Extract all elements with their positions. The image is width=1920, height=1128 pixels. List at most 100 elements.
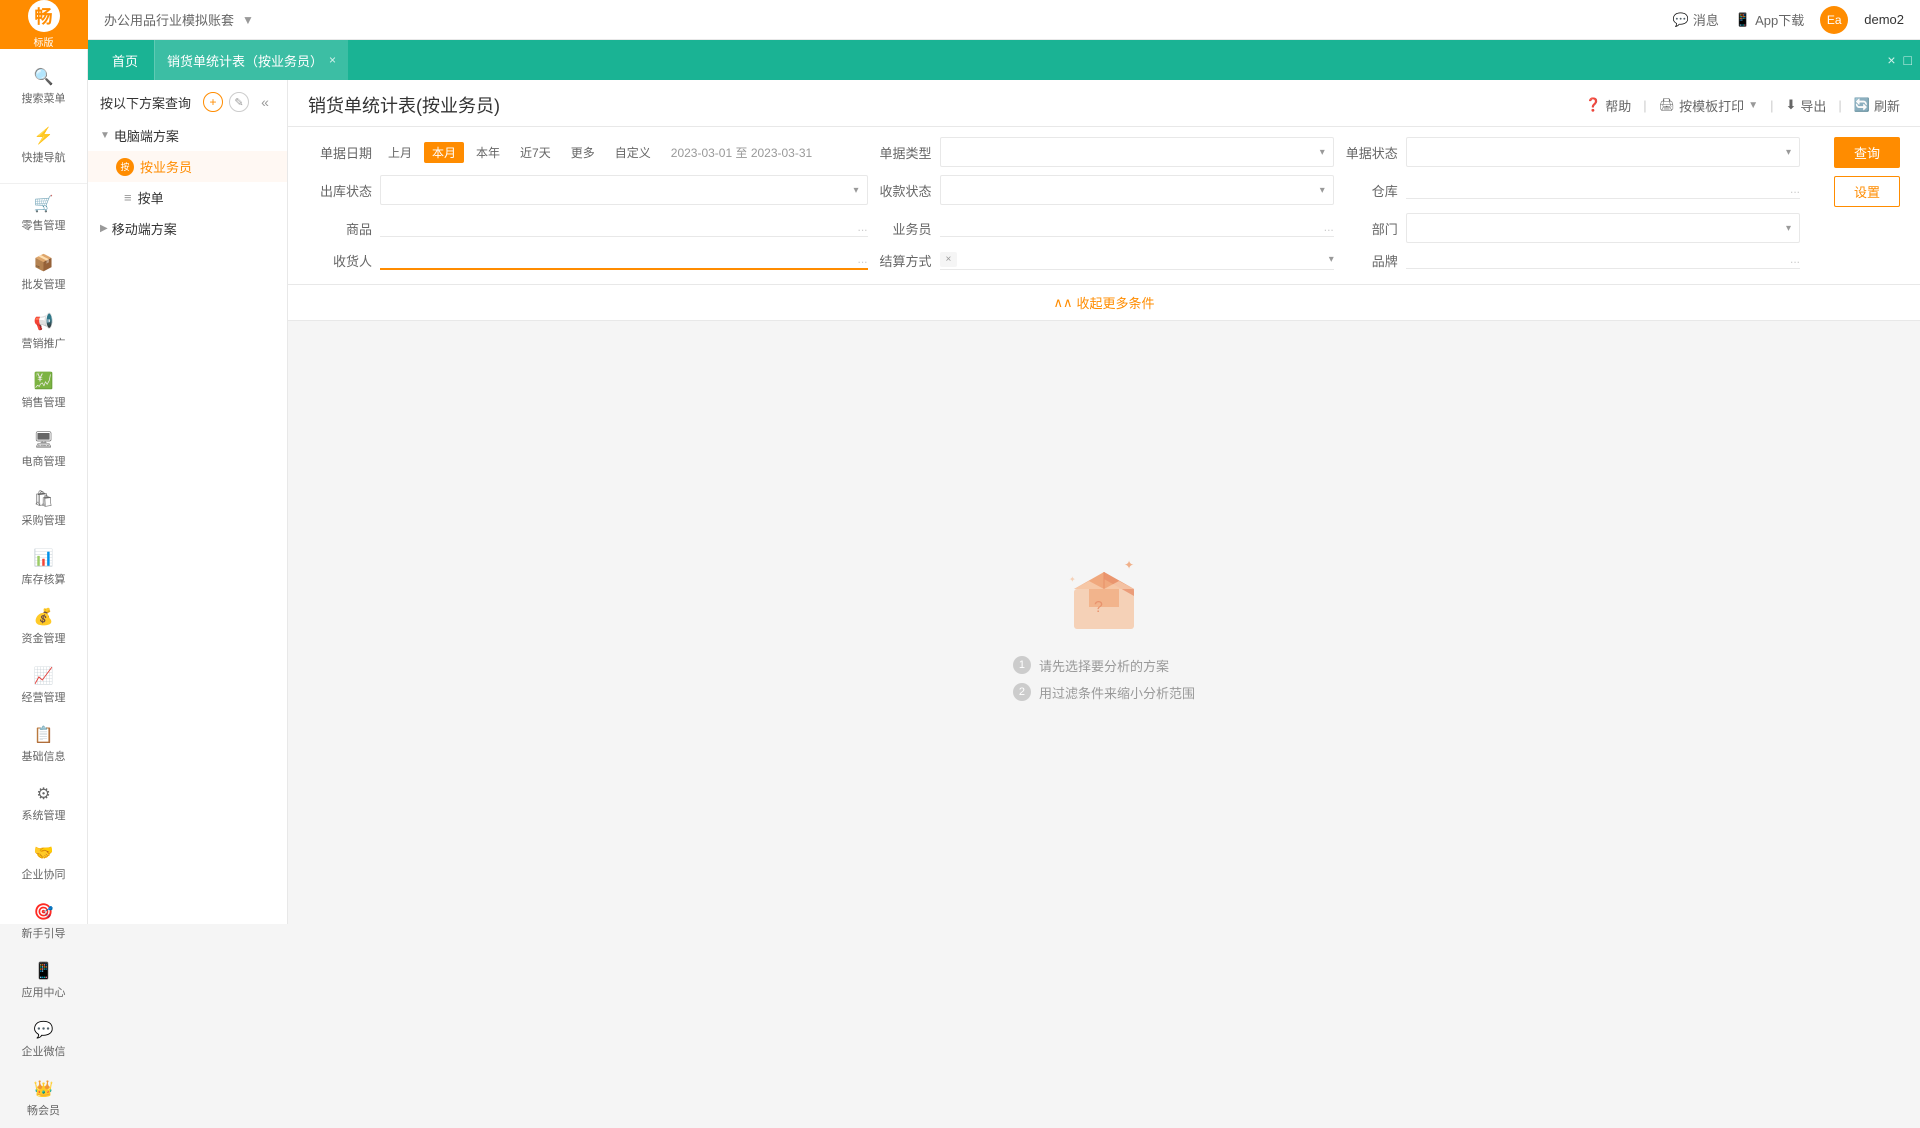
sidebar-item-wholesale[interactable]: 📦 批发管理 [0, 243, 87, 302]
tab-home[interactable]: 首页 [96, 40, 155, 80]
basic-icon: 📋 [34, 725, 54, 745]
user-avatar[interactable]: Ea [1820, 6, 1848, 34]
staff-more[interactable]: ... [1324, 220, 1334, 234]
brand-label: 品牌 [1334, 251, 1406, 270]
status-select[interactable]: ▾ [1406, 137, 1800, 167]
date-label: 单据日期 [308, 143, 380, 162]
out-status-select[interactable]: ▾ [380, 175, 868, 205]
query-btn[interactable]: 查询 [1834, 137, 1900, 168]
collapse-bar[interactable]: ∧∧ 收起更多条件 [288, 285, 1920, 321]
dept-select[interactable]: ▾ [1406, 213, 1800, 243]
sidebar-item-sales[interactable]: 💹 销售管理 [0, 361, 87, 420]
settle-label: 结算方式 [868, 251, 940, 270]
sidebar-label-member: 畅会员 [27, 1102, 60, 1118]
page-title: 销货单统计表(按业务员) [308, 92, 500, 118]
out-status-arrow: ▾ [853, 185, 858, 196]
sidebar-item-marketing[interactable]: 📢 营销推广 [0, 302, 87, 361]
sidebar-item-mgmt[interactable]: 📈 经营管理 [0, 656, 87, 715]
wxwork-icon: 💬 [34, 1020, 54, 1040]
app-logo[interactable]: 畅 标版 [0, 0, 88, 49]
receiver-more[interactable]: ... [857, 252, 867, 266]
sidebar-label-marketing: 营销推广 [22, 335, 66, 351]
date-tab-this-month[interactable]: 本月 [424, 142, 464, 163]
sidebar-item-guide[interactable]: 🎯 新手引导 [0, 892, 87, 951]
export-label: 导出 [1800, 96, 1826, 115]
sidebar-label-sales: 销售管理 [22, 394, 66, 410]
user-name[interactable]: demo2 [1864, 12, 1904, 27]
sidebar-item-member[interactable]: 👑 畅会员 [0, 1069, 87, 1128]
window-max-btn[interactable]: □ [1904, 52, 1912, 68]
message-btn[interactable]: 💬 消息 [1673, 10, 1719, 29]
sidebar-item-system[interactable]: ⚙ 系统管理 [0, 774, 87, 833]
sidebar-item-quicknav[interactable]: ⚡ 快捷导航 [0, 116, 87, 175]
message-icon: 💬 [1673, 12, 1689, 28]
message-label: 消息 [1693, 10, 1719, 29]
left-panel: 按以下方案查询 + ✎ « ▼ 电脑端方案 按 按业务员 [88, 80, 288, 924]
sidebar-item-purchase[interactable]: 🛍 采购管理 [0, 479, 87, 538]
print-btn[interactable]: 🖨 按模板打印 ▼ [1659, 96, 1758, 115]
sidebar-item-finance[interactable]: 💰 资金管理 [0, 597, 87, 656]
app-download-btn[interactable]: 📱 App下载 [1735, 10, 1804, 29]
sidebar-label-inventory: 库存核算 [22, 571, 66, 587]
date-range-display: 2023-03-01 至 2023-03-31 [671, 144, 812, 161]
tree-item-by-staff[interactable]: 按 按业务员 [88, 151, 287, 182]
sidebar-item-retail[interactable]: 🛒 零售管理 [0, 184, 87, 243]
sidebar-item-wxwork[interactable]: 💬 企业微信 [0, 1010, 87, 1069]
topbar: 办公用品行业模拟账套 ▼ 💬 消息 📱 App下载 Ea demo2 [88, 0, 1920, 40]
apps-icon: 📱 [34, 961, 54, 981]
date-tab-last-month[interactable]: 上月 [380, 142, 420, 163]
sidebar-item-ecom[interactable]: 🖥 电商管理 [0, 420, 87, 479]
purchase-icon: 🛍 [33, 489, 53, 509]
date-tab-this-year[interactable]: 本年 [468, 142, 508, 163]
sidebar-label-wholesale: 批发管理 [22, 276, 66, 292]
tab-active[interactable]: 销货单统计表（按业务员） × [155, 40, 348, 80]
collapse-panel-btn[interactable]: « [255, 92, 275, 112]
settle-tag-close[interactable]: × [946, 254, 952, 265]
finance-icon: 💰 [34, 607, 54, 627]
member-icon: 👑 [34, 1079, 54, 1099]
sidebar-item-inventory[interactable]: 📊 库存核算 [0, 538, 87, 597]
settings-btn[interactable]: 设置 [1834, 176, 1900, 207]
collapse-label: 收起更多条件 [1077, 293, 1155, 312]
tab-active-label: 销货单统计表（按业务员） [167, 51, 323, 70]
topbar-right: 💬 消息 📱 App下载 Ea demo2 [1673, 6, 1904, 34]
sales-icon: 💹 [34, 371, 54, 391]
window-close-btn[interactable]: × [1887, 52, 1895, 68]
add-scheme-btn[interactable]: + [203, 92, 223, 112]
topbar-dropdown-arrow[interactable]: ▼ [242, 13, 254, 27]
help-btn[interactable]: ❓ 帮助 [1585, 96, 1631, 115]
refresh-btn[interactable]: 🔄 刷新 [1854, 96, 1900, 115]
receive-status-select[interactable]: ▾ [940, 175, 1334, 205]
sidebar-label-guide: 新手引导 [22, 925, 66, 941]
tab-close-btn[interactable]: × [329, 53, 336, 67]
export-btn[interactable]: ⬇ 导出 [1785, 96, 1826, 115]
collab-icon: 🤝 [34, 843, 54, 863]
date-tabs-group: 上月 本月 本年 近7天 更多 自定义 2023-03-01 至 2023-03… [380, 142, 868, 163]
collapse-up-icon: ∧∧ [1053, 295, 1072, 311]
left-panel-actions: + ✎ « [203, 92, 275, 112]
date-tab-more[interactable]: 更多 [563, 142, 603, 163]
goods-more[interactable]: ... [857, 220, 867, 234]
warehouse-more[interactable]: ... [1790, 182, 1800, 196]
edit-scheme-btn[interactable]: ✎ [229, 92, 249, 112]
sidebar-label-collab: 企业协同 [22, 866, 66, 882]
inventory-icon: 📊 [34, 548, 54, 568]
tree-group-pc-header[interactable]: ▼ 电脑端方案 [88, 120, 287, 151]
tree-group-mobile-header[interactable]: ▶ 移动端方案 [88, 213, 287, 244]
page-header: 销货单统计表(按业务员) ❓ 帮助 | 🖨 按模板打印 ▼ | ⬇ [288, 80, 1920, 127]
search-icon: 🔍 [34, 67, 54, 87]
sidebar-item-search[interactable]: 🔍 搜索菜单 [0, 57, 87, 116]
date-tab-7days[interactable]: 近7天 [512, 142, 559, 163]
sidebar-label-retail: 零售管理 [22, 217, 66, 233]
tree-sub-item-by-order[interactable]: ≡ 按单 [88, 182, 287, 213]
sidebar-item-apps[interactable]: 📱 应用中心 [0, 951, 87, 1010]
sidebar-item-basic[interactable]: 📋 基础信息 [0, 715, 87, 774]
type-label: 单据类型 [868, 143, 940, 162]
hint-item-1: 1 请先选择要分析的方案 [1013, 656, 1195, 675]
date-tab-custom[interactable]: 自定义 [607, 142, 659, 163]
export-icon: ⬇ [1785, 97, 1796, 113]
brand-more[interactable]: ... [1790, 252, 1800, 266]
sidebar-item-collab[interactable]: 🤝 企业协同 [0, 833, 87, 892]
tree-group-mobile: ▶ 移动端方案 [88, 213, 287, 244]
type-select[interactable]: ▾ [940, 137, 1334, 167]
